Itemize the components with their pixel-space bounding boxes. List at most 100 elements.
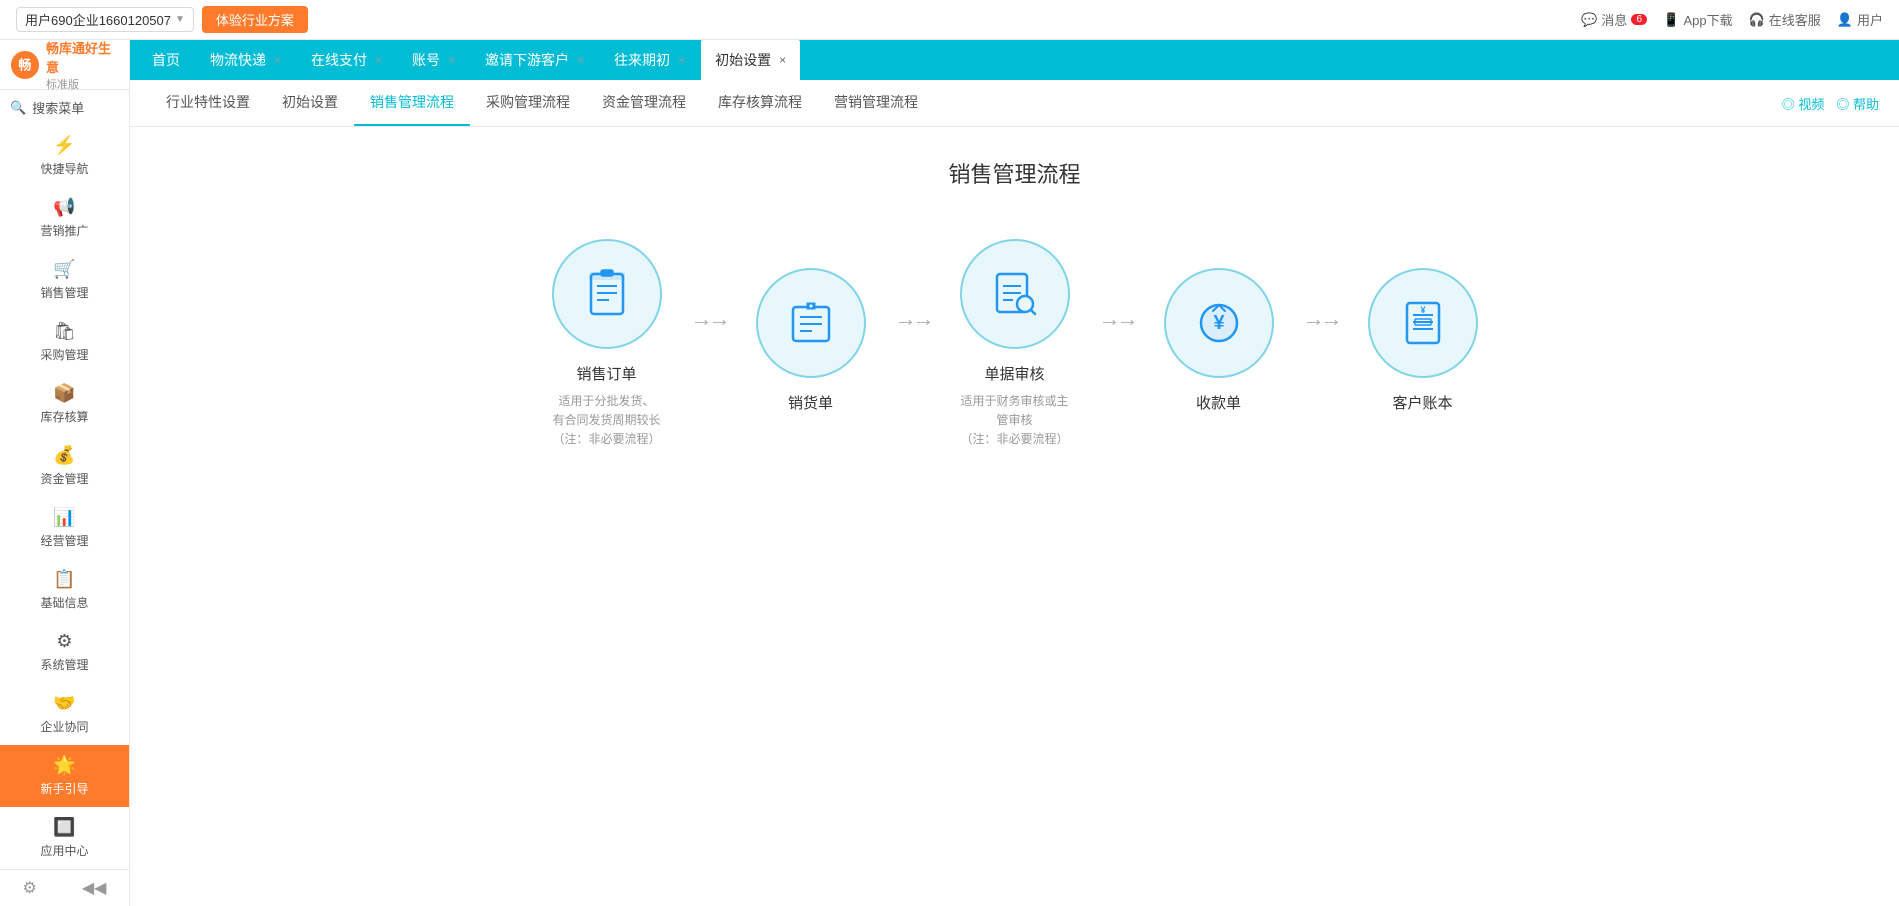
sidebar-item-new-guide[interactable]: 🌟 新手引导 — [0, 745, 129, 807]
sidebar-item-basic-info[interactable]: 📋 基础信息 — [0, 559, 129, 621]
sub-tabs-left: 行业特性设置初始设置销售管理流程采购管理流程资金管理流程库存核算流程营销管理流程 — [150, 80, 934, 126]
sidebar-item-sys-mgmt[interactable]: ⚙ 系统管理 — [0, 621, 129, 683]
close-icon[interactable]: × — [779, 53, 786, 67]
flow-diagram: 销售订单 适用于分批发货、 有合同发货周期较长 （注：非必要流程） →→ — [527, 239, 1503, 450]
quick-nav-icon: ⚡ — [53, 135, 75, 156]
svg-text:畅: 畅 — [18, 56, 31, 72]
nav-tab-label: 首页 — [152, 50, 180, 70]
sidebar-item-label-basic-info: 基础信息 — [40, 594, 88, 611]
experience-btn[interactable]: 体验行业方案 — [202, 6, 308, 33]
nav-tab-初始设置[interactable]: 初始设置× — [701, 40, 800, 80]
finance-mgmt-icon: 💰 — [53, 445, 75, 466]
collapse-icon[interactable]: ◀◀ — [82, 878, 107, 898]
close-icon[interactable]: × — [274, 53, 281, 67]
sidebar-item-label-operations-mgmt: 经营管理 — [40, 532, 88, 549]
nav-tab-账号[interactable]: 账号 × — [398, 40, 469, 80]
sidebar-item-label-sys-mgmt: 系统管理 — [40, 656, 88, 673]
flow-arrow-1: →→ — [691, 306, 727, 382]
close-icon[interactable]: × — [577, 53, 584, 67]
sub-tab-采购管理流程[interactable]: 采购管理流程 — [470, 80, 586, 126]
flow-step-sales-invoice: 销货单 — [731, 268, 891, 421]
nav-tab-label: 物流快递 — [210, 50, 266, 70]
sidebar-item-label-purchase-mgmt: 采购管理 — [40, 346, 88, 363]
logo-text: 畅库通好生意 标准版 — [46, 40, 119, 92]
sub-tab-行业特性设置[interactable]: 行业特性设置 — [150, 80, 266, 126]
receipt-icon: ¥ — [1191, 295, 1247, 351]
new-guide-icon: 🌟 — [53, 755, 75, 776]
settings-icon[interactable]: ⚙ — [23, 878, 37, 898]
flow-step-name-sales-order: 销售订单 — [576, 363, 636, 384]
sidebar-item-app-center[interactable]: 🔲 应用中心 — [0, 807, 129, 869]
flow-circle-receipt: ¥ — [1164, 268, 1274, 378]
sidebar-item-inventory[interactable]: 📦 库存核算 — [0, 373, 129, 435]
search-label: 搜索菜单 — [32, 98, 84, 117]
sidebar-item-label-app-center: 应用中心 — [40, 842, 88, 859]
page-content: 销售管理流程 — [130, 127, 1899, 906]
service-item[interactable]: 🎧 在线客服 — [1749, 10, 1821, 29]
sidebar-item-operations-mgmt[interactable]: 📊 经营管理 — [0, 497, 129, 559]
nav-tab-物流快递[interactable]: 物流快递 × — [196, 40, 295, 80]
flow-step-customer-account: ¥ 客户账本 — [1343, 268, 1503, 421]
sidebar-item-purchase-mgmt[interactable]: 🛍 采购管理 — [0, 311, 129, 373]
sidebar-item-marketing-promo[interactable]: 📢 营销推广 — [0, 187, 129, 249]
sys-mgmt-icon: ⚙ — [56, 631, 72, 652]
sidebar-item-label-enterprise-collab: 企业协同 — [40, 718, 88, 735]
message-badge: 6 — [1631, 14, 1647, 25]
flow-step-name-sales-invoice: 销货单 — [788, 392, 833, 413]
sidebar: 畅 畅库通好生意 标准版 🔍 搜索菜单 ⚡ 快捷导航 📢 营销推广 🛒 销售管理… — [0, 40, 130, 906]
main-layout: 畅 畅库通好生意 标准版 🔍 搜索菜单 ⚡ 快捷导航 📢 营销推广 🛒 销售管理… — [0, 40, 1899, 906]
flow-circle-customer-account: ¥ — [1368, 268, 1478, 378]
message-icon: 💬 — [1581, 12, 1597, 28]
close-icon[interactable]: × — [678, 53, 685, 67]
search-icon: 🔍 — [10, 100, 26, 116]
marketing-promo-icon: 📢 — [53, 197, 75, 218]
sidebar-search[interactable]: 🔍 搜索菜单 — [0, 90, 129, 125]
sub-tab-资金管理流程[interactable]: 资金管理流程 — [586, 80, 702, 126]
nav-tab-label: 邀请下游客户 — [485, 50, 569, 70]
user-avatar-item[interactable]: 👤 用户 — [1837, 10, 1883, 29]
service-icon: 🎧 — [1749, 12, 1765, 28]
sub-tab-营销管理流程[interactable]: 营销管理流程 — [818, 80, 934, 126]
basic-info-icon: 📋 — [53, 569, 75, 590]
app-download-item[interactable]: 📱 App下载 — [1663, 10, 1732, 29]
inventory-icon: 📦 — [53, 383, 75, 404]
sub-tab-初始设置[interactable]: 初始设置 — [266, 80, 354, 126]
sidebar-nav: ⚡ 快捷导航 📢 营销推广 🛒 销售管理 🛍 采购管理 📦 库存核算 💰 资金管… — [0, 125, 129, 869]
flow-step-name-doc-review: 单据审核 — [984, 363, 1044, 384]
nav-tab-邀请下游客户[interactable]: 邀请下游客户 × — [471, 40, 598, 80]
app-icon: 📱 — [1663, 12, 1679, 28]
sub-tab-销售管理流程[interactable]: 销售管理流程 — [354, 80, 470, 126]
nav-tab-在线支付[interactable]: 在线支付× — [297, 40, 396, 80]
message-item[interactable]: 💬 消息 6 — [1581, 10, 1647, 29]
app-center-icon: 🔲 — [53, 817, 75, 838]
help-link[interactable]: ◎ 帮助 — [1836, 94, 1879, 113]
sidebar-item-quick-nav[interactable]: ⚡ 快捷导航 — [0, 125, 129, 187]
logo-icon: 畅 — [10, 49, 40, 81]
logo-name: 畅库通好生意 — [46, 40, 119, 76]
flow-step-desc-doc-review: 适用于财务审核或主 管审核 （注：非必要流程） — [960, 392, 1068, 450]
nav-tab-label: 往来期初 — [614, 50, 670, 70]
sub-tabs-right: ◎ 视频 ◎ 帮助 — [1782, 94, 1879, 113]
user-selector[interactable]: 用户690企业1660120507 ▼ — [16, 7, 194, 32]
video-link[interactable]: ◎ 视频 — [1782, 94, 1825, 113]
svg-text:¥: ¥ — [1213, 312, 1225, 334]
nav-tab-首页[interactable]: 首页 — [138, 40, 194, 80]
flow-circle-doc-review — [960, 239, 1070, 349]
close-icon[interactable]: × — [375, 53, 382, 67]
flow-step-doc-review: 单据审核 适用于财务审核或主 管审核 （注：非必要流程） — [935, 239, 1095, 450]
nav-tab-往来期初[interactable]: 往来期初 × — [600, 40, 699, 80]
sidebar-item-enterprise-collab[interactable]: 🤝 企业协同 — [0, 683, 129, 745]
sidebar-item-sales-mgmt[interactable]: 🛒 销售管理 — [0, 249, 129, 311]
svg-text:¥: ¥ — [1420, 305, 1425, 315]
nav-tab-label: 账号 — [412, 50, 440, 70]
sub-tab-库存核算流程[interactable]: 库存核算流程 — [702, 80, 818, 126]
sidebar-item-label-marketing-promo: 营销推广 — [40, 222, 88, 239]
sub-tabs: 行业特性设置初始设置销售管理流程采购管理流程资金管理流程库存核算流程营销管理流程… — [130, 80, 1899, 127]
close-icon[interactable]: × — [448, 53, 455, 67]
sidebar-item-finance-mgmt[interactable]: 💰 资金管理 — [0, 435, 129, 497]
user-selector-label: 用户690企业1660120507 — [25, 10, 171, 29]
sidebar-item-label-finance-mgmt: 资金管理 — [40, 470, 88, 487]
customer-account-icon: ¥ — [1395, 295, 1451, 351]
nav-tabs-bar: 首页物流快递×在线支付×账号×邀请下游客户×往来期初×初始设置× — [130, 40, 1899, 80]
flow-step-name-receipt: 收款单 — [1196, 392, 1241, 413]
